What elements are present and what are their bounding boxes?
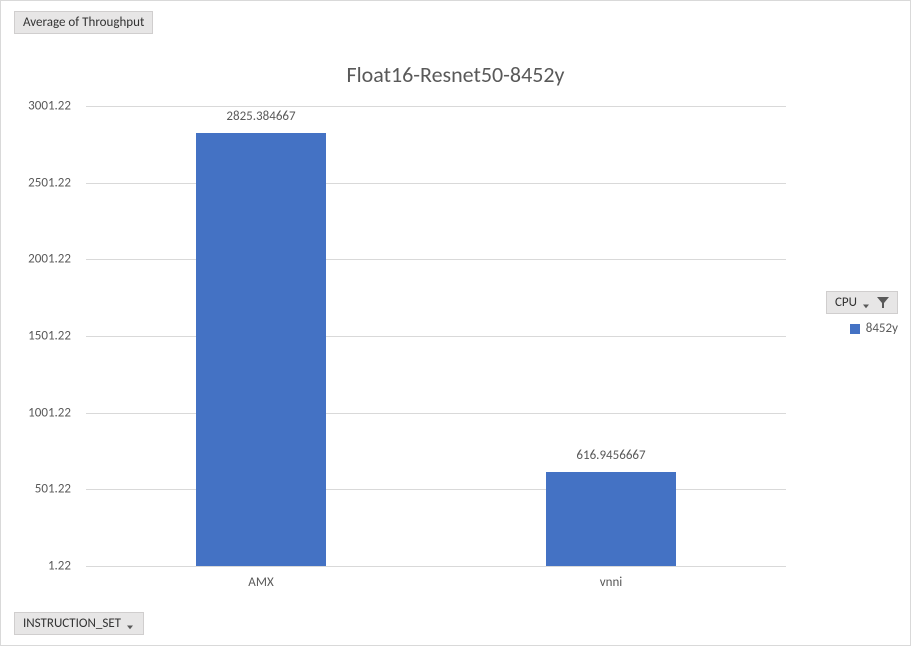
y-tick-label: 1.22 — [48, 559, 71, 574]
axis-field-badge[interactable]: INSTRUCTION_SET — [14, 612, 144, 635]
x-tick-label: AMX — [248, 575, 273, 590]
dropdown-arrow-icon — [127, 620, 135, 628]
y-tick-label: 1501.22 — [28, 329, 71, 344]
y-tick-label: 1001.22 — [28, 405, 71, 420]
dropdown-arrow-icon — [863, 299, 871, 307]
grid-line — [86, 336, 786, 337]
grid-line — [86, 489, 786, 490]
x-axis: AMX vnni — [86, 571, 786, 595]
y-axis: 1.22501.221001.221501.222001.222501.2230… — [1, 106, 81, 566]
legend-series-name: 8452y — [866, 321, 898, 336]
bar: 616.9456667 — [546, 472, 676, 566]
chart-container: Average of Throughput Float16-Resnet50-8… — [0, 0, 911, 646]
y-tick-label: 2001.22 — [28, 252, 71, 267]
grid-line — [86, 566, 786, 567]
measure-badge[interactable]: Average of Throughput — [14, 11, 153, 34]
axis-field-label: INSTRUCTION_SET — [23, 617, 121, 630]
funnel-filter-icon — [877, 297, 889, 309]
chart-title: Float16-Resnet50-8452y — [1, 61, 910, 88]
legend-swatch — [850, 324, 860, 334]
legend: 8452y — [850, 321, 898, 336]
bar: 2825.384667 — [196, 133, 326, 566]
y-tick-label: 501.22 — [35, 482, 71, 497]
bar-value-label: 616.9456667 — [576, 448, 645, 463]
plot-area: 2825.384667 616.9456667 — [86, 106, 786, 566]
x-tick-label: vnni — [600, 575, 623, 590]
y-tick-label: 2501.22 — [28, 175, 71, 190]
measure-badge-label: Average of Throughput — [23, 16, 144, 29]
cpu-filter-badge[interactable]: CPU — [826, 291, 898, 314]
y-tick-label: 3001.22 — [28, 99, 71, 114]
cpu-filter-label: CPU — [835, 296, 857, 309]
gridlines — [86, 106, 786, 566]
bar-value-label: 2825.384667 — [226, 109, 295, 124]
grid-line — [86, 259, 786, 260]
grid-line — [86, 183, 786, 184]
grid-line — [86, 106, 786, 107]
grid-line — [86, 413, 786, 414]
